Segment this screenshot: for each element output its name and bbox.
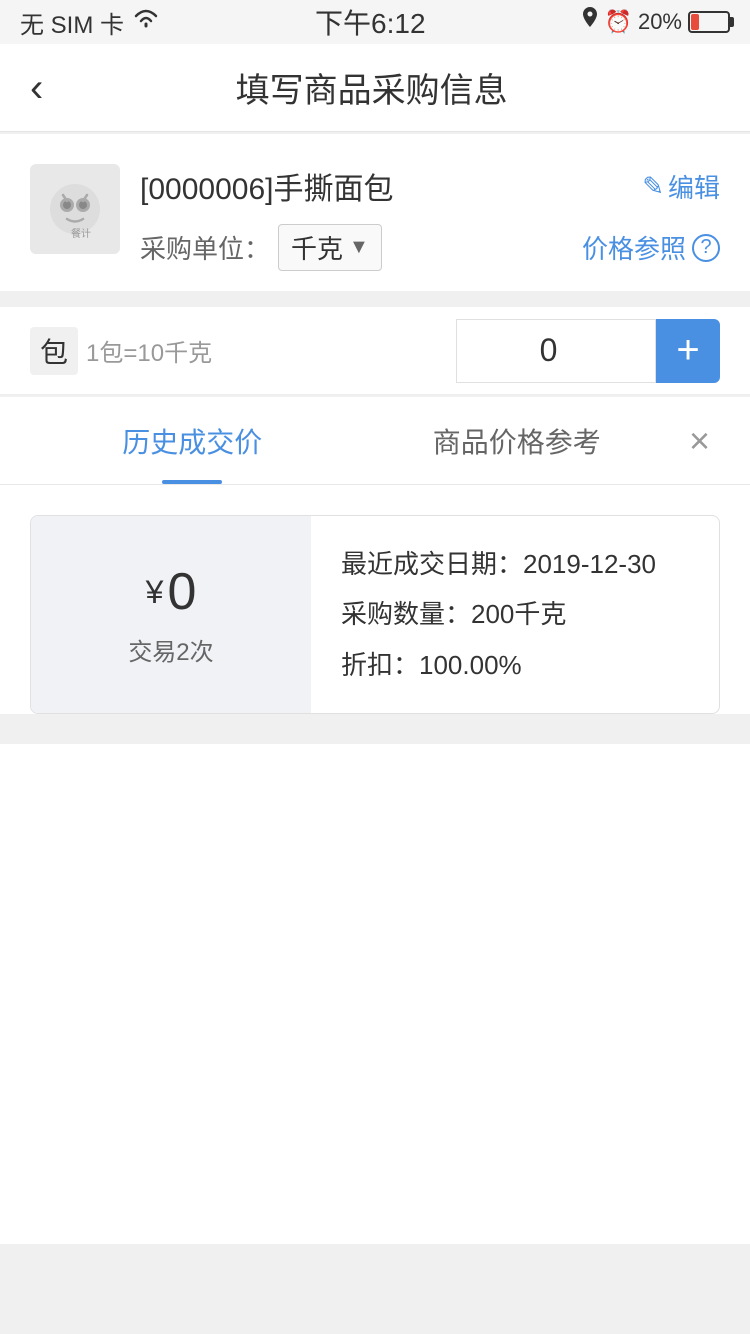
unit-badge: 包 [30,327,78,375]
page-header: ‹ 填写商品采购信息 [0,44,750,132]
edit-button[interactable]: ✎ 编辑 [642,168,720,205]
carrier-text: 无 SIM 卡 [20,5,124,40]
quantity-plus-button[interactable]: + [656,319,720,383]
product-name: [0000006]手撕面包 [140,164,393,208]
price-ref-label: 价格参照 [582,229,686,266]
unit-info: 包 1包=10千克 [30,327,212,375]
status-bar: 无 SIM 卡 下午6:12 ⏰ 20% [0,0,750,44]
transaction-card: ¥ 0 交易2次 最近成交日期：2019-12-30 采购数量：200千克 折扣… [30,515,720,714]
tab-reference-label: 商品价格参考 [433,421,601,461]
product-section: 餐计 [0000006]手撕面包 ✎ 编辑 采购单位： 千克 ▼ [0,134,750,291]
unit-conversion: 1包=10千克 [86,333,212,368]
date-value: 2019-12-30 [523,549,656,579]
product-row: 餐计 [0000006]手撕面包 ✎ 编辑 采购单位： 千克 ▼ [30,164,720,271]
tab-price-reference[interactable]: 商品价格参考 [354,397,678,484]
unit-selector-group: 采购单位： 千克 ▼ [140,224,382,271]
qty-value: 200千克 [471,599,566,629]
trade-count: 交易2次 [128,632,213,667]
wifi-icon [132,8,160,37]
price-value: 0 [167,562,196,622]
unit-row: 采购单位： 千克 ▼ 价格参照 ? [140,224,720,271]
unit-value: 千克 [291,229,343,266]
price-ref-help-icon: ? [692,234,720,262]
tab-history-label: 历史成交价 [122,421,262,461]
discount-value: 100.00% [419,650,522,680]
discount-line: 折扣：100.00% [341,647,689,683]
svg-text:餐计: 餐计 [71,227,91,239]
quantity-section: 包 1包=10千克 + [0,307,750,395]
product-info: [0000006]手撕面包 ✎ 编辑 采购单位： 千克 ▼ 价格参照 ? [140,164,720,271]
battery-percent: 20% [638,9,682,35]
price-display: ¥ 0 [146,562,197,622]
tab-history-price[interactable]: 历史成交价 [30,397,354,484]
status-right: ⏰ 20% [581,7,730,37]
dropdown-arrow-icon: ▼ [349,236,369,259]
page-title: 填写商品采购信息 [63,63,680,112]
location-icon [581,7,599,37]
product-logo: 餐计 [45,179,105,239]
card-details-section: 最近成交日期：2019-12-30 采购数量：200千克 折扣：100.00% [311,516,719,713]
edit-label: 编辑 [668,168,720,205]
currency-symbol: ¥ [146,574,164,611]
product-thumbnail: 餐计 [30,164,120,254]
quantity-control[interactable]: + [456,319,720,383]
quantity-input[interactable] [456,319,656,383]
price-panel: 历史成交价 商品价格参考 × ¥ 0 交易2次 最近成交日期：2019-12-3… [0,397,750,714]
discount-label: 折扣： [341,650,419,680]
edit-icon: ✎ [642,171,664,202]
price-reference-button[interactable]: 价格参照 ? [582,229,720,266]
purchase-qty-line: 采购数量：200千克 [341,596,689,632]
unit-select-dropdown[interactable]: 千克 ▼ [278,224,382,271]
unit-label: 采购单位： [140,229,270,266]
main-content-area [0,744,750,1244]
panel-close-button[interactable]: × [679,420,720,462]
date-label: 最近成交日期： [341,549,523,579]
product-name-row: [0000006]手撕面包 ✎ 编辑 [140,164,720,208]
alarm-icon: ⏰ [605,9,632,35]
transaction-date-line: 最近成交日期：2019-12-30 [341,546,689,582]
back-button[interactable]: ‹ [30,68,43,108]
status-time: 下午6:12 [315,2,426,42]
card-price-section: ¥ 0 交易2次 [31,516,311,713]
tabs-row: 历史成交价 商品价格参考 × [0,397,750,485]
battery-icon [688,11,730,33]
status-left: 无 SIM 卡 [20,5,160,40]
qty-label: 采购数量： [341,599,471,629]
section-divider [0,291,750,307]
